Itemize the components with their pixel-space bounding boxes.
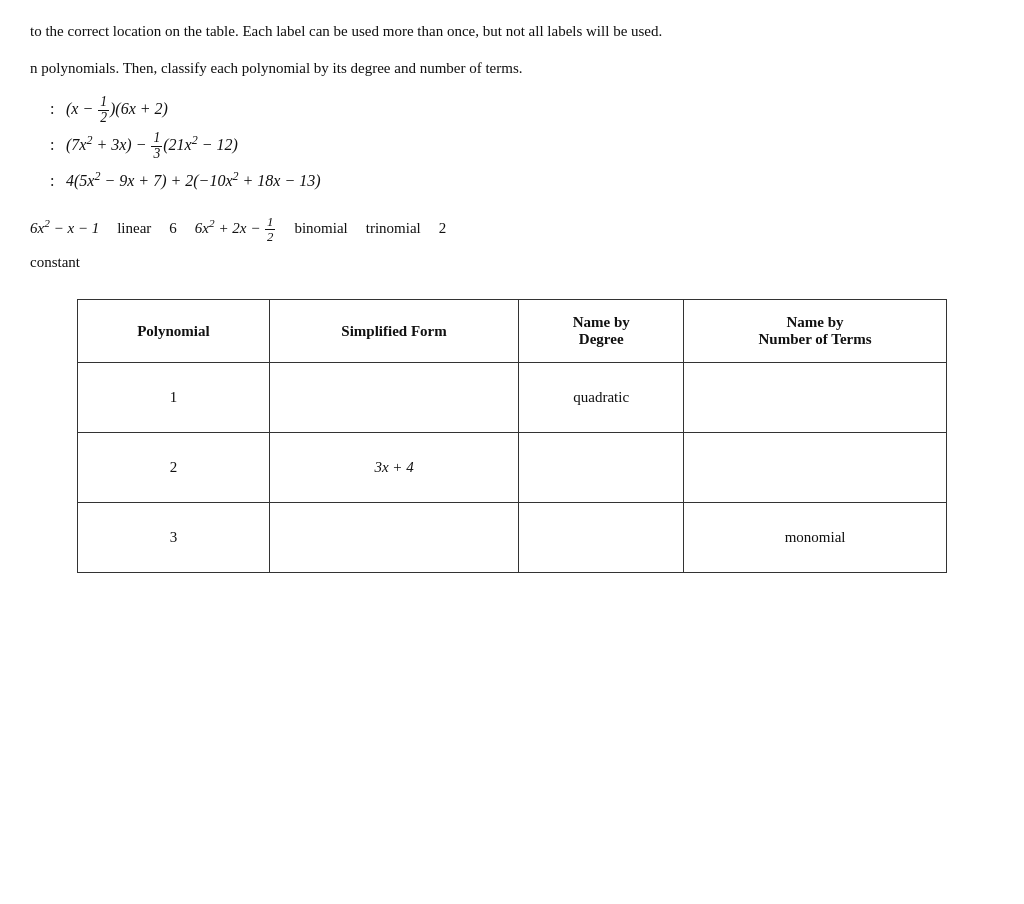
label-linear: linear bbox=[117, 220, 151, 237]
instruction-mid: n polynomials. Then, classify each polyn… bbox=[30, 57, 994, 80]
expr-3-math: 4(5x2 − 9x + 7) + 2(−10x2 + 18x − 13) bbox=[66, 164, 321, 197]
expr-2-math: (7x2 + 3x) − 13(21x2 − 12) bbox=[66, 128, 238, 162]
expr-1-math: (x − 12)(6x + 2) bbox=[66, 93, 168, 126]
classification-table: Polynomial Simplified Form Name byDegree… bbox=[77, 299, 947, 573]
expression-1: : (x − 12)(6x + 2) bbox=[50, 93, 994, 126]
cell-terms-3: monomial bbox=[684, 503, 947, 573]
cell-degree-1: quadratic bbox=[519, 363, 684, 433]
constant-label: constant bbox=[30, 254, 994, 271]
table-row: 2 3x + 4 bbox=[78, 433, 947, 503]
label-math-2: 6x2 + 2x − 12 bbox=[195, 215, 277, 244]
cell-poly-1: 1 bbox=[78, 363, 270, 433]
label-trinomial: trinomial bbox=[366, 220, 421, 237]
col-header-degree: Name byDegree bbox=[519, 300, 684, 363]
table-row: 3 monomial bbox=[78, 503, 947, 573]
cell-terms-1 bbox=[684, 363, 947, 433]
cell-poly-3: 3 bbox=[78, 503, 270, 573]
col-header-simplified: Simplified Form bbox=[269, 300, 518, 363]
expression-2: : (7x2 + 3x) − 13(21x2 − 12) bbox=[50, 128, 994, 162]
label-2: 2 bbox=[439, 220, 447, 237]
col-header-polynomial: Polynomial bbox=[78, 300, 270, 363]
table-header-row: Polynomial Simplified Form Name byDegree… bbox=[78, 300, 947, 363]
cell-simplified-3 bbox=[269, 503, 518, 573]
expression-3: : 4(5x2 − 9x + 7) + 2(−10x2 + 18x − 13) bbox=[50, 164, 994, 197]
col-header-terms: Name byNumber of Terms bbox=[684, 300, 947, 363]
colon-3: : bbox=[50, 165, 60, 197]
cell-poly-2: 2 bbox=[78, 433, 270, 503]
cell-degree-3 bbox=[519, 503, 684, 573]
label-6: 6 bbox=[169, 220, 177, 237]
expressions-list: : (x − 12)(6x + 2) : (7x2 + 3x) − 13(21x… bbox=[50, 93, 994, 197]
table-row: 1 quadratic bbox=[78, 363, 947, 433]
label-binomial: binomial bbox=[294, 220, 347, 237]
colon-1: : bbox=[50, 93, 60, 125]
labels-row: 6x2 − x − 1 linear 6 6x2 + 2x − 12 binom… bbox=[30, 215, 994, 244]
cell-terms-2 bbox=[684, 433, 947, 503]
cell-simplified-2: 3x + 4 bbox=[269, 433, 518, 503]
instruction-top: to the correct location on the table. Ea… bbox=[30, 20, 994, 43]
colon-2: : bbox=[50, 129, 60, 161]
table-wrapper: Polynomial Simplified Form Name byDegree… bbox=[77, 299, 947, 573]
cell-simplified-1 bbox=[269, 363, 518, 433]
cell-degree-2 bbox=[519, 433, 684, 503]
label-math-1: 6x2 − x − 1 bbox=[30, 217, 99, 237]
